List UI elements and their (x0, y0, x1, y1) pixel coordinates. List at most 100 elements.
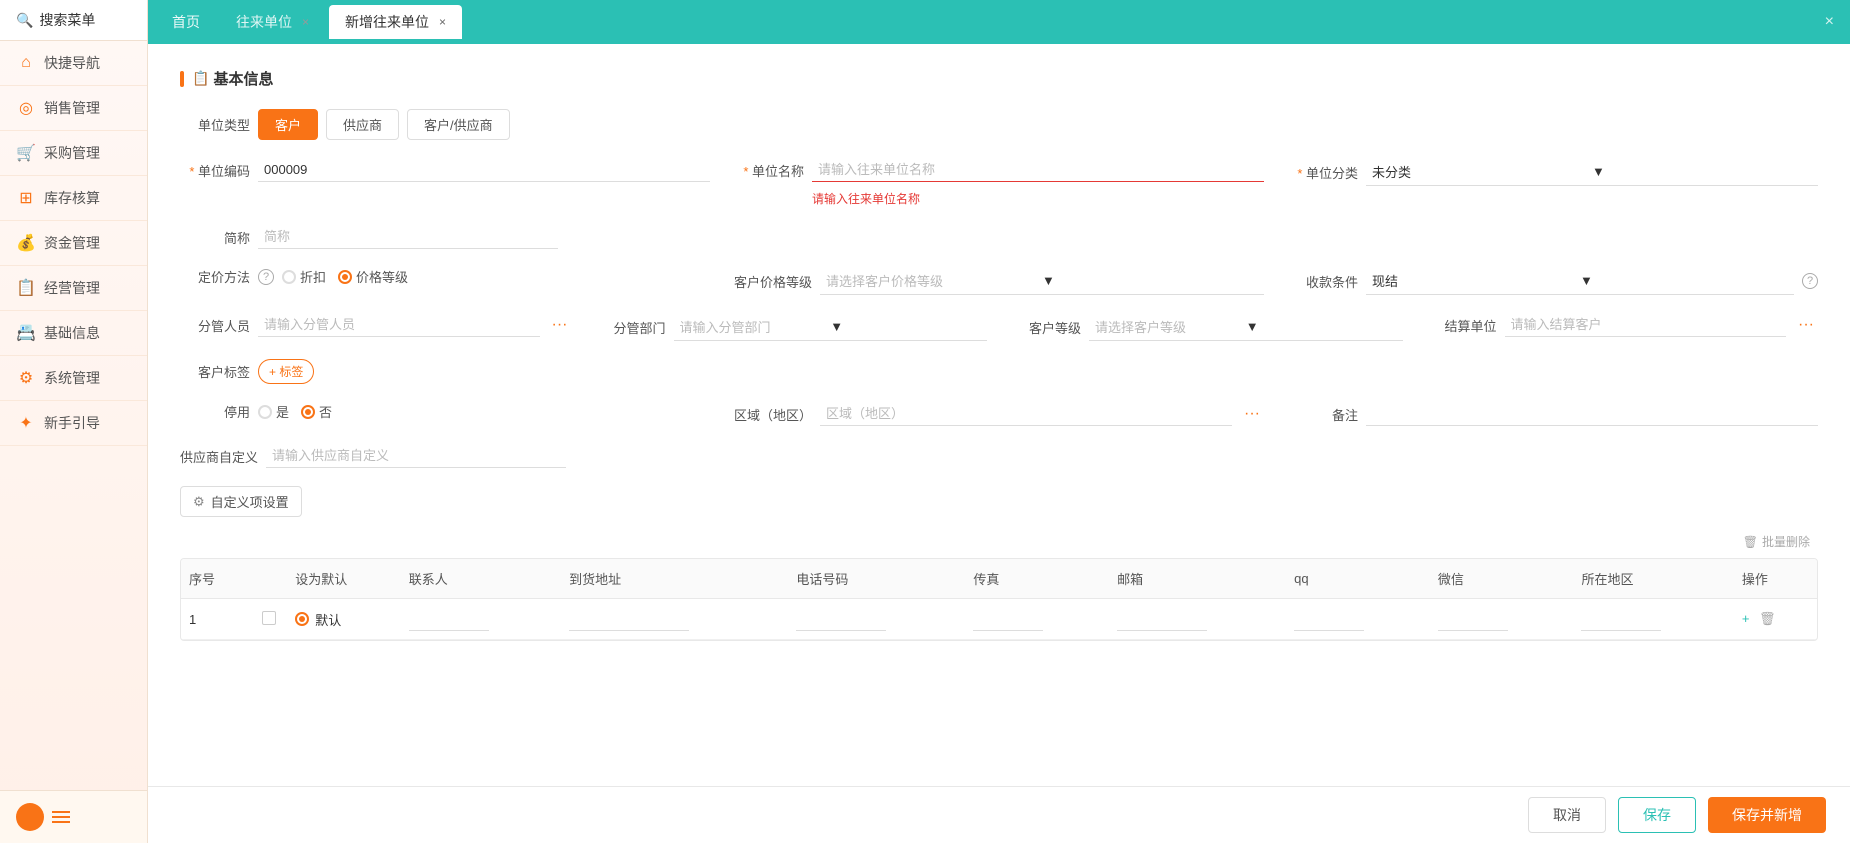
sidebar-item-label: 新手引导 (44, 413, 100, 433)
pricing-radio-group: 折扣 价格等级 (282, 267, 408, 286)
category-value: 未分类 (1372, 162, 1592, 181)
row-delete-btn[interactable]: 🗑 (1759, 611, 1776, 626)
menu-toggle[interactable] (52, 811, 70, 823)
radio-yes[interactable]: 是 (258, 402, 289, 421)
row-add-btn[interactable]: + (1742, 611, 1750, 626)
cell-action: + 🗑 (1734, 599, 1817, 640)
phone-input[interactable] (796, 607, 886, 631)
customer-price-select[interactable]: 请选择客户价格等级 ▼ (820, 267, 1264, 295)
department-chevron: ▼ (830, 319, 981, 334)
search-icon: 🔍 (16, 12, 33, 29)
tag-label: 客户标签 (180, 362, 250, 381)
tab-partners[interactable]: 往来单位 × (220, 5, 325, 39)
address-input[interactable] (569, 607, 689, 631)
save-button[interactable]: 保存 (1618, 797, 1696, 833)
batch-delete-icon: 🗑 (1743, 535, 1758, 549)
payment-value: 现结 (1372, 271, 1580, 290)
sales-icon: ◎ (16, 98, 36, 118)
save-new-button[interactable]: 保存并新增 (1708, 797, 1826, 833)
radio-no[interactable]: 否 (301, 402, 332, 421)
radio-no-circle (301, 405, 315, 419)
cancel-button[interactable]: 取消 (1528, 797, 1606, 833)
tab-home[interactable]: 首页 (156, 5, 216, 39)
sidebar-item-inventory[interactable]: ⊞ 库存核算 (0, 176, 147, 221)
category-label: 单位分类 (1288, 163, 1358, 182)
search-menu[interactable]: 🔍 搜索菜单 (0, 0, 147, 41)
pricing-group: 定价方法 ? 折扣 价格等级 (180, 267, 710, 286)
unit-type-row: 单位类型 客户 供应商 客户/供应商 (180, 109, 1818, 140)
btn-both[interactable]: 客户/供应商 (407, 109, 510, 140)
sidebar-item-finance[interactable]: 💰 资金管理 (0, 221, 147, 266)
settlement-input[interactable] (1505, 313, 1787, 337)
menu-bar-3 (52, 821, 70, 823)
customer-level-chevron: ▼ (1246, 319, 1397, 334)
sidebar: 🔍 搜索菜单 ⌂ 快捷导航 ◎ 销售管理 🛒 采购管理 ⊞ 库存核算 💰 资金管… (0, 0, 148, 843)
region-input[interactable] (820, 402, 1232, 426)
sidebar-item-basic-info[interactable]: 📇 基础信息 (0, 311, 147, 356)
contact-input[interactable] (409, 607, 489, 631)
table-row: 1 默认 (181, 599, 1817, 640)
radio-price-level[interactable]: 价格等级 (338, 267, 408, 286)
remark-input[interactable] (1366, 402, 1818, 426)
payment-chevron: ▼ (1580, 273, 1788, 288)
customer-level-select[interactable]: 请选择客户等级 ▼ (1089, 313, 1403, 341)
qq-input[interactable] (1294, 607, 1364, 631)
region-group: 区域（地区） ··· (734, 402, 1264, 426)
sidebar-item-quick-nav[interactable]: ⌂ 快捷导航 (0, 41, 147, 86)
tab-new-partner-close[interactable]: × (439, 15, 446, 29)
sidebar-item-label: 资金管理 (44, 233, 100, 253)
settlement-group: 结算单位 ··· (1427, 313, 1819, 337)
payment-select[interactable]: 现结 ▼ (1366, 267, 1794, 295)
code-input[interactable] (258, 158, 710, 182)
close-all-tabs[interactable]: × (1817, 9, 1842, 35)
fax-input[interactable] (973, 607, 1043, 631)
pricing-help-icon[interactable]: ? (258, 269, 274, 285)
payment-help-icon[interactable]: ? (1802, 273, 1818, 289)
btn-supplier[interactable]: 供应商 (326, 109, 399, 140)
cell-default: 默认 (287, 599, 401, 640)
department-select[interactable]: 请输入分管部门 ▼ (674, 313, 988, 341)
customer-price-label: 客户价格等级 (734, 272, 812, 291)
customer-level-group: 客户等级 请选择客户等级 ▼ (1011, 313, 1403, 341)
manager-group: 分管人员 ··· (180, 313, 572, 337)
batch-delete-btn[interactable]: 🗑 批量删除 (1743, 533, 1810, 550)
radio-no-label: 否 (319, 402, 332, 421)
supplier-custom-label: 供应商自定义 (180, 447, 258, 466)
customer-price-placeholder: 请选择客户价格等级 (826, 271, 1042, 290)
manager-input[interactable] (258, 313, 540, 337)
add-tag-btn[interactable]: + 标签 (258, 359, 314, 384)
sidebar-item-system[interactable]: ⚙ 系统管理 (0, 356, 147, 401)
contact-table-wrap: 序号 设为默认 联系人 到货地址 电话号码 传真 邮箱 qq 微信 所在地区 操… (180, 558, 1818, 641)
supplier-custom-input[interactable] (266, 444, 566, 468)
radio-discount[interactable]: 折扣 (282, 267, 326, 286)
email-input[interactable] (1117, 607, 1207, 631)
default-radio[interactable] (295, 612, 309, 626)
sidebar-item-guide[interactable]: ✦ 新手引导 (0, 401, 147, 446)
name-input[interactable] (812, 158, 1264, 182)
manager-more-btn[interactable]: ··· (548, 316, 572, 334)
tab-home-label: 首页 (172, 12, 200, 32)
settlement-more-btn[interactable]: ··· (1794, 316, 1818, 334)
sidebar-item-label: 销售管理 (44, 98, 100, 118)
th-default: 设为默认 (287, 559, 401, 599)
custom-settings-btn[interactable]: ⚙ 自定义项设置 (180, 486, 302, 517)
radio-discount-circle (282, 270, 296, 284)
region-table-input[interactable] (1581, 607, 1661, 631)
short-name-input[interactable] (258, 225, 558, 249)
sidebar-item-sales[interactable]: ◎ 销售管理 (0, 86, 147, 131)
btn-customer[interactable]: 客户 (258, 109, 318, 140)
name-label: 单位名称 (734, 161, 804, 180)
cell-email (1109, 599, 1286, 640)
disabled-radio-group: 是 否 (258, 402, 332, 421)
footer-bar: 取消 保存 保存并新增 (148, 786, 1850, 843)
category-select[interactable]: 未分类 ▼ (1366, 158, 1818, 186)
row-checkbox[interactable] (262, 611, 276, 625)
wechat-input[interactable] (1438, 607, 1508, 631)
sidebar-item-operations[interactable]: 📋 经营管理 (0, 266, 147, 311)
region-more-btn[interactable]: ··· (1240, 405, 1264, 423)
sidebar-item-label: 库存核算 (44, 188, 100, 208)
tab-partners-close[interactable]: × (302, 15, 309, 29)
tab-new-partner[interactable]: 新增往来单位 × (329, 5, 462, 39)
name-group: 单位名称 请输入往来单位名称 (734, 158, 1264, 207)
sidebar-item-purchase[interactable]: 🛒 采购管理 (0, 131, 147, 176)
